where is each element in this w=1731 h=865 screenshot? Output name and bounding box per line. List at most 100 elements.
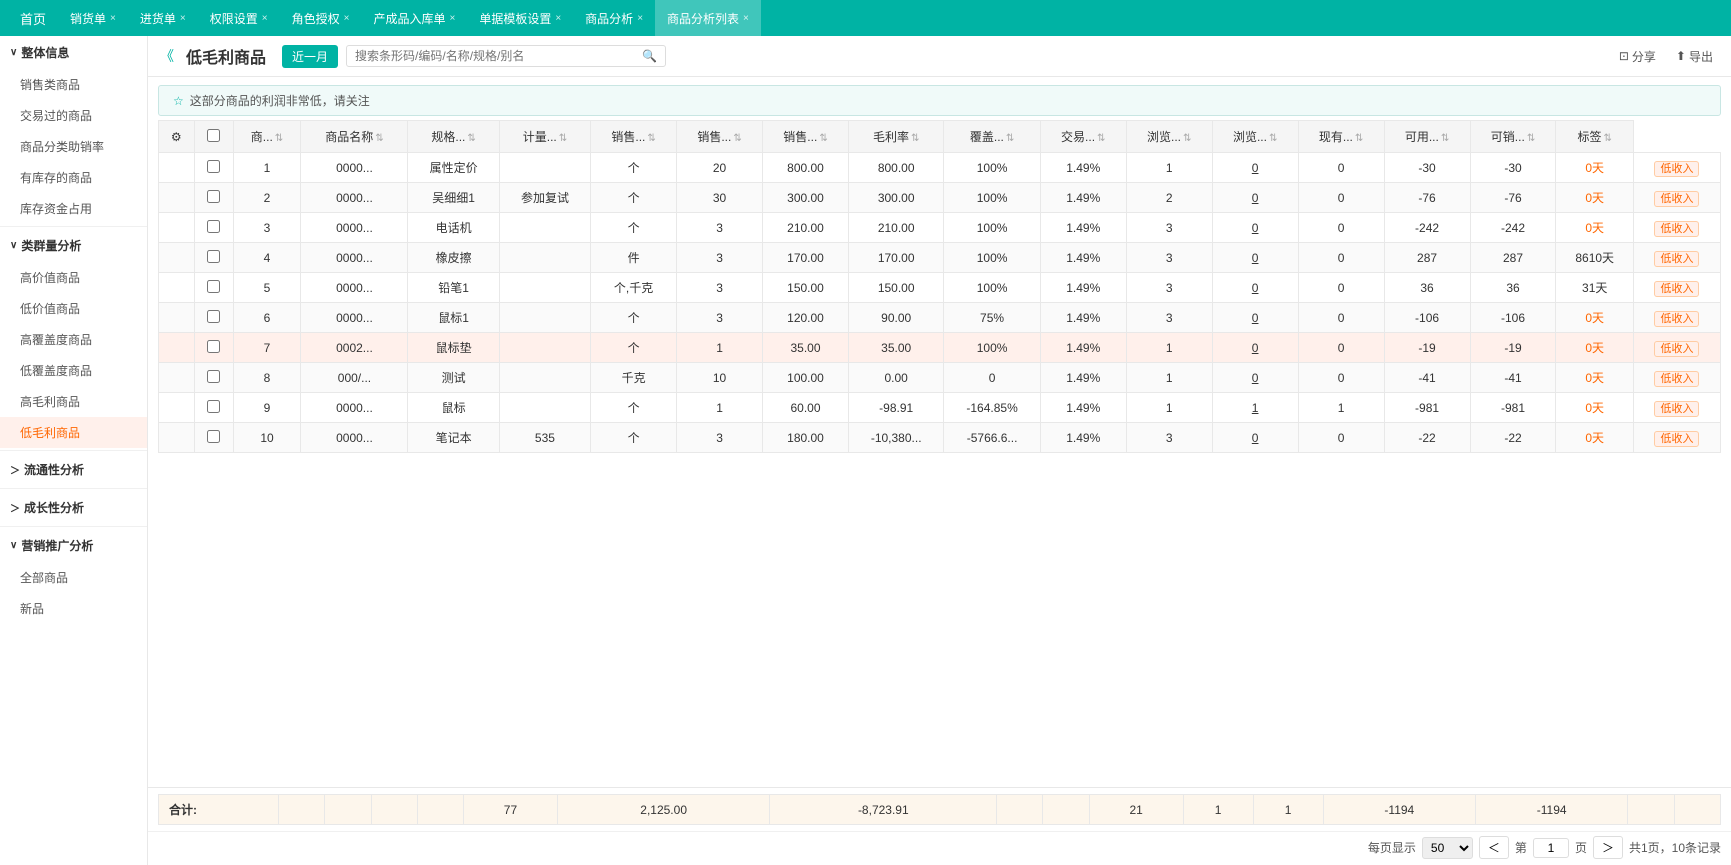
nav-template-settings[interactable]: 单据模板设置 ×	[467, 0, 573, 36]
th-code[interactable]: 商...⇅	[233, 121, 301, 153]
row-view1[interactable]: 0	[1212, 213, 1298, 243]
next-page-button[interactable]: ＞	[1593, 836, 1623, 859]
row-select-checkbox[interactable]	[207, 280, 220, 293]
select-all-checkbox[interactable]	[207, 129, 220, 142]
row-view1[interactable]: 0	[1212, 423, 1298, 453]
row-view1[interactable]: 0	[1212, 333, 1298, 363]
sidebar-item-low-value[interactable]: 低价值商品	[0, 293, 147, 324]
row-select-checkbox[interactable]	[207, 310, 220, 323]
th-gross-margin[interactable]: 毛利率⇅	[848, 121, 943, 153]
th-sales-amount[interactable]: 销售...⇅	[763, 121, 849, 153]
collapse-sidebar-button[interactable]: 《	[160, 46, 174, 66]
nav-home[interactable]: 首页	[8, 0, 58, 36]
th-view1[interactable]: 浏览...⇅	[1126, 121, 1212, 153]
sidebar-group-cluster-title[interactable]: ∨ 类群量分析	[0, 229, 147, 262]
nav-product-inbound[interactable]: 产成品入库单 ×	[361, 0, 467, 36]
row-view1[interactable]: 1	[1212, 393, 1298, 423]
sidebar-item-all-goods[interactable]: 全部商品	[0, 562, 147, 593]
sidebar-group-marketing-title[interactable]: ∨ 营销推广分析	[0, 529, 147, 562]
close-purchase-order-icon[interactable]: ×	[180, 13, 186, 24]
row-checkbox[interactable]	[194, 273, 233, 303]
sidebar-item-low-margin[interactable]: 低毛利商品	[0, 417, 147, 448]
close-product-analysis-icon[interactable]: ×	[637, 13, 643, 24]
nav-permission-settings[interactable]: 权限设置 ×	[198, 0, 280, 36]
nav-role-auth[interactable]: 角色授权 ×	[280, 0, 362, 36]
row-view1[interactable]: 0	[1212, 273, 1298, 303]
th-available[interactable]: 可用...⇅	[1384, 121, 1470, 153]
th-trade[interactable]: 交易...⇅	[1040, 121, 1126, 153]
search-icon[interactable]: 🔍	[642, 49, 657, 63]
row-select-checkbox[interactable]	[207, 370, 220, 383]
row-select-checkbox[interactable]	[207, 430, 220, 443]
row-view1[interactable]: 0	[1212, 243, 1298, 273]
row-checkbox[interactable]	[194, 423, 233, 453]
sidebar-item-low-coverage[interactable]: 低覆盖度商品	[0, 355, 147, 386]
th-checkbox[interactable]	[194, 121, 233, 153]
th-tag[interactable]: 标签⇅	[1556, 121, 1633, 153]
close-template-icon[interactable]: ×	[555, 13, 561, 24]
row-checkbox[interactable]	[194, 243, 233, 273]
per-page-select[interactable]: 50 100 200	[1422, 837, 1473, 859]
row-coverage: 1.49%	[1040, 333, 1126, 363]
prev-page-button[interactable]: ＜	[1479, 836, 1509, 859]
close-role-auth-icon[interactable]: ×	[344, 13, 350, 24]
close-sales-order-icon[interactable]: ×	[110, 13, 116, 24]
row-checkbox[interactable]	[194, 333, 233, 363]
row-checkbox[interactable]	[194, 393, 233, 423]
th-sales-qty[interactable]: 销售...⇅	[591, 121, 677, 153]
sidebar-item-category-rate[interactable]: 商品分类助销率	[0, 131, 147, 162]
row-view1[interactable]: 0	[1212, 183, 1298, 213]
th-spec[interactable]: 规格...⇅	[408, 121, 499, 153]
main-layout: ∨ 整体信息 销售类商品 交易过的商品 商品分类助销率 有库存的商品 库存资金占…	[0, 36, 1731, 865]
row-select-checkbox[interactable]	[207, 340, 220, 353]
sidebar-item-capital[interactable]: 库存资金占用	[0, 193, 147, 224]
row-view1[interactable]: 0	[1212, 303, 1298, 333]
row-checkbox[interactable]	[194, 183, 233, 213]
sidebar-item-high-margin[interactable]: 高毛利商品	[0, 386, 147, 417]
top-navigation: 首页 销货单 × 进货单 × 权限设置 × 角色授权 × 产成品入库单 × 单据…	[0, 0, 1731, 36]
th-coverage[interactable]: 覆盖...⇅	[944, 121, 1040, 153]
row-select-checkbox[interactable]	[207, 400, 220, 413]
row-sales-price: 100.00	[763, 363, 849, 393]
row-checkbox[interactable]	[194, 363, 233, 393]
sidebar-group-growth-title[interactable]: ＞ 成长性分析	[0, 491, 147, 524]
sidebar-item-high-value[interactable]: 高价值商品	[0, 262, 147, 293]
th-current[interactable]: 现有...⇅	[1298, 121, 1384, 153]
nav-sales-order[interactable]: 销货单 ×	[58, 0, 128, 36]
page-number-input[interactable]	[1533, 838, 1569, 858]
th-view2[interactable]: 浏览...⇅	[1212, 121, 1298, 153]
th-saleable[interactable]: 可销...⇅	[1470, 121, 1556, 153]
row-view1[interactable]: 0	[1212, 363, 1298, 393]
row-select-checkbox[interactable]	[207, 160, 220, 173]
sidebar-group-overall-title[interactable]: ∨ 整体信息	[0, 36, 147, 69]
close-product-analysis-list-icon[interactable]: ×	[743, 13, 749, 24]
th-settings[interactable]: ⚙	[159, 121, 195, 153]
nav-product-analysis-list[interactable]: 商品分析列表 ×	[655, 0, 761, 36]
sidebar-item-new-goods[interactable]: 新品	[0, 593, 147, 624]
row-select-checkbox[interactable]	[207, 250, 220, 263]
row-select-checkbox[interactable]	[207, 190, 220, 203]
share-button[interactable]: ⊡ 分享	[1613, 45, 1662, 68]
row-checkbox[interactable]	[194, 213, 233, 243]
close-product-inbound-icon[interactable]: ×	[449, 13, 455, 24]
sidebar-item-sales-goods[interactable]: 销售类商品	[0, 69, 147, 100]
th-name[interactable]: 商品名称⇅	[301, 121, 408, 153]
row-tag: 低收入	[1633, 423, 1720, 453]
search-input[interactable]	[355, 49, 642, 63]
nav-purchase-order[interactable]: 进货单 ×	[128, 0, 198, 36]
sidebar-group-circulation-title[interactable]: ＞ 流通性分析	[0, 453, 147, 486]
sidebar-item-traded-goods[interactable]: 交易过的商品	[0, 100, 147, 131]
th-unit[interactable]: 计量...⇅	[499, 121, 590, 153]
row-sales-price: 170.00	[763, 243, 849, 273]
date-filter-button[interactable]: 近一月	[282, 45, 338, 68]
row-select-checkbox[interactable]	[207, 220, 220, 233]
row-checkbox[interactable]	[194, 303, 233, 333]
close-permission-icon[interactable]: ×	[262, 13, 268, 24]
export-button[interactable]: ⬆ 导出	[1670, 45, 1719, 68]
nav-product-analysis[interactable]: 商品分析 ×	[573, 0, 655, 36]
row-checkbox[interactable]	[194, 153, 233, 183]
sidebar-item-high-coverage[interactable]: 高覆盖度商品	[0, 324, 147, 355]
row-view1[interactable]: 0	[1212, 153, 1298, 183]
th-sales-price[interactable]: 销售...⇅	[677, 121, 763, 153]
sidebar-item-in-stock[interactable]: 有库存的商品	[0, 162, 147, 193]
